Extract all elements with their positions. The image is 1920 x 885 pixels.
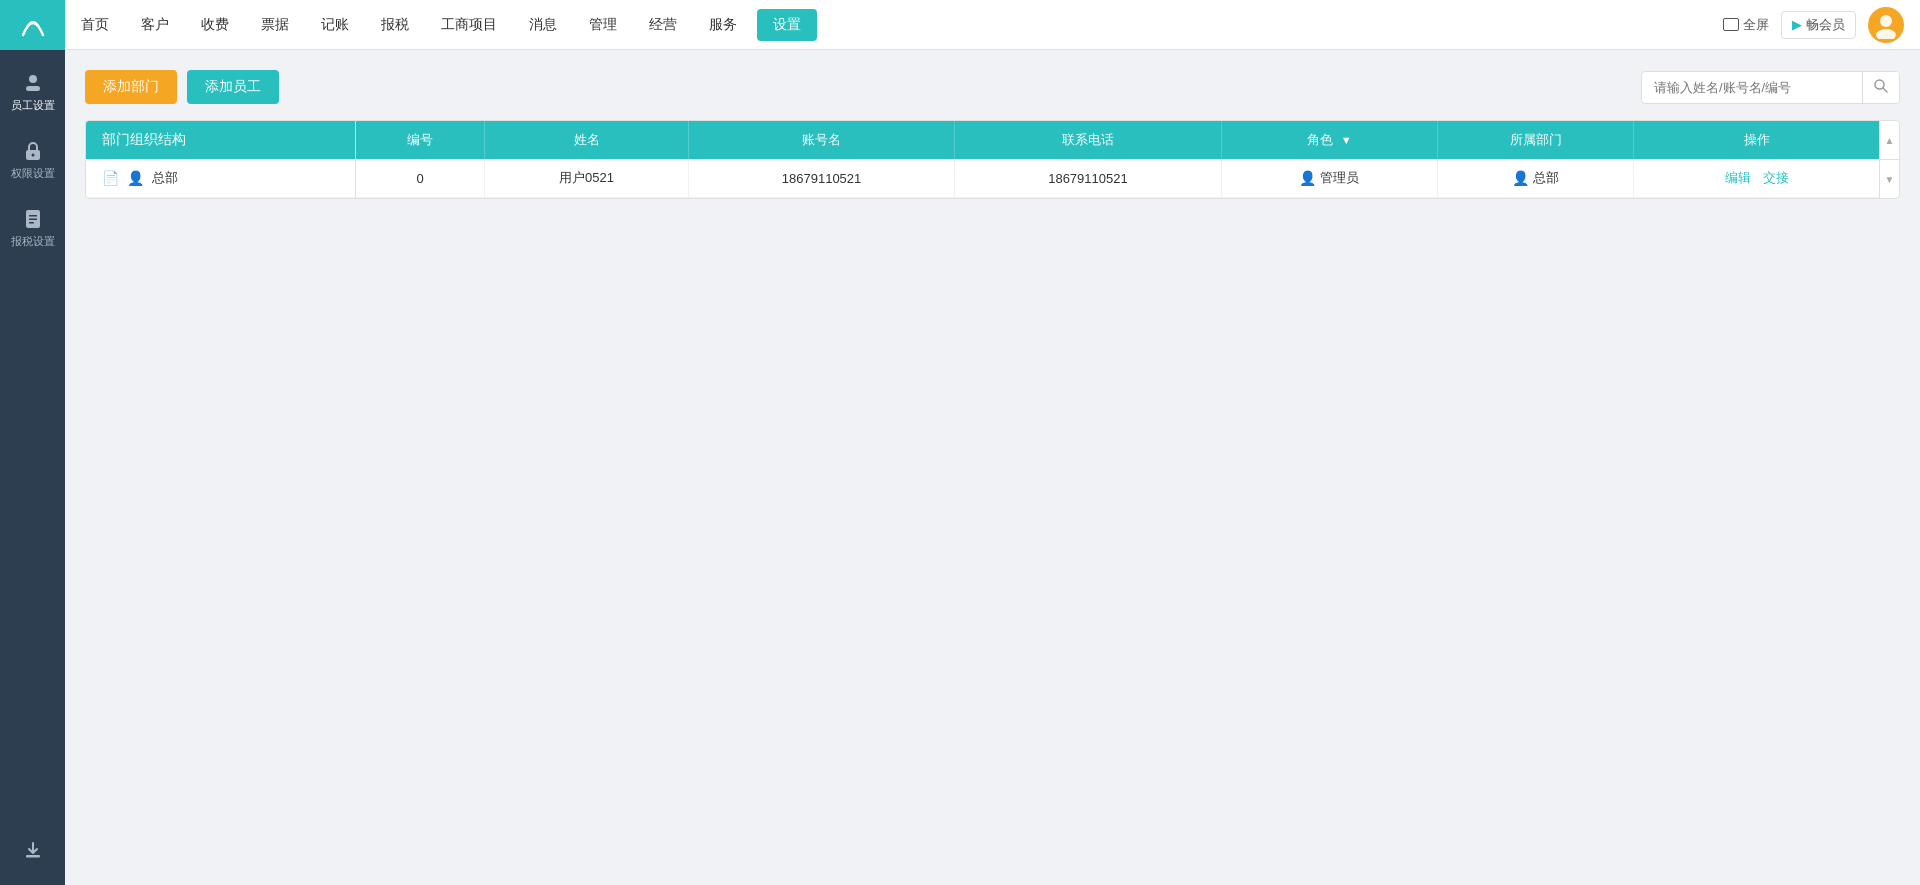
- main-content: 添加部门 添加员工 部门组织结构 📄 👤 总部: [65, 50, 1920, 885]
- report-icon: [22, 208, 44, 230]
- dept-tree-header: 部门组织结构: [86, 121, 355, 159]
- svg-point-2: [29, 75, 37, 83]
- file-icon: 📄: [102, 170, 119, 186]
- cell-role: 👤 管理员: [1221, 159, 1438, 198]
- cell-account: 18679110521: [688, 159, 954, 198]
- dept-tree: 部门组织结构 📄 👤 总部: [86, 121, 356, 198]
- col-header-phone: 联系电话: [955, 121, 1221, 159]
- col-header-role[interactable]: 角色 ▼: [1221, 121, 1438, 159]
- nav-item-settings[interactable]: 设置: [757, 9, 817, 41]
- nav-right: 全屏 ▶ 畅会员: [1723, 7, 1920, 43]
- svg-rect-3: [26, 86, 40, 91]
- fullscreen-button[interactable]: 全屏: [1723, 16, 1769, 34]
- col-header-actions: 操作: [1634, 121, 1879, 159]
- nav-item-client[interactable]: 客户: [125, 0, 185, 49]
- search-button[interactable]: [1862, 72, 1899, 103]
- employee-table: 编号 姓名 账号名 联系电话 角色 ▼ 所属部门 操作: [356, 121, 1879, 198]
- nav-item-fee[interactable]: 收费: [185, 0, 245, 49]
- cell-actions: 编辑 交接: [1634, 159, 1879, 198]
- svg-rect-10: [26, 855, 40, 858]
- scroll-up-arrow[interactable]: ▲: [1880, 121, 1899, 160]
- avatar[interactable]: [1868, 7, 1904, 43]
- col-header-account: 账号名: [688, 121, 954, 159]
- transfer-link[interactable]: 交接: [1763, 170, 1789, 185]
- nav-item-message[interactable]: 消息: [513, 0, 573, 49]
- cell-dept: 👤 总部: [1438, 159, 1634, 198]
- nav-item-manage[interactable]: 管理: [573, 0, 633, 49]
- filter-icon: ▼: [1341, 134, 1352, 146]
- member-button[interactable]: ▶ 畅会员: [1781, 11, 1856, 39]
- sidebar: 员工设置 权限设置 报税设置: [0, 50, 65, 885]
- nav-item-invoice[interactable]: 票据: [245, 0, 305, 49]
- add-dept-button[interactable]: 添加部门: [85, 70, 177, 104]
- download-icon: [22, 839, 44, 861]
- sidebar-item-employee[interactable]: 员工设置: [0, 60, 65, 124]
- sidebar-item-permission[interactable]: 权限设置: [0, 128, 65, 192]
- nav-item-service[interactable]: 服务: [693, 0, 753, 49]
- fullscreen-icon: [1723, 18, 1739, 31]
- dept-user-icon: 👤: [127, 170, 144, 186]
- logo[interactable]: [0, 0, 65, 50]
- svg-point-5: [31, 154, 34, 157]
- content-panel: 部门组织结构 📄 👤 总部 编号 姓名 账号名 联系电话: [85, 120, 1900, 199]
- col-header-id: 编号: [356, 121, 485, 159]
- nav-item-business[interactable]: 工商项目: [425, 0, 513, 49]
- person-icon: [22, 72, 44, 94]
- scroll-arrows: ▲ ▼: [1879, 121, 1899, 198]
- role-user-icon: 👤: [1299, 170, 1316, 186]
- scroll-down-arrow[interactable]: ▼: [1880, 160, 1899, 198]
- nav-item-tax[interactable]: 报税: [365, 0, 425, 49]
- sidebar-item-taxsettings[interactable]: 报税设置: [0, 196, 65, 260]
- search-bar: [1641, 71, 1900, 104]
- play-icon: ▶: [1792, 17, 1802, 32]
- top-nav: 首页 客户 收费 票据 记账 报税 工商项目 消息 管理 经营 服务 设置 全屏…: [0, 0, 1920, 50]
- nav-item-home[interactable]: 首页: [65, 0, 125, 49]
- sidebar-item-download[interactable]: [0, 827, 65, 873]
- svg-rect-8: [29, 219, 37, 221]
- nav-item-accounting[interactable]: 记账: [305, 0, 365, 49]
- col-header-name: 姓名: [485, 121, 689, 159]
- search-icon: [1873, 78, 1889, 94]
- employee-table-wrap: 编号 姓名 账号名 联系电话 角色 ▼ 所属部门 操作: [356, 121, 1879, 198]
- svg-rect-9: [29, 222, 34, 224]
- search-input[interactable]: [1642, 74, 1862, 101]
- add-employee-button[interactable]: 添加员工: [187, 70, 279, 104]
- layout: 员工设置 权限设置 报税设置: [0, 50, 1920, 885]
- svg-rect-7: [29, 215, 37, 217]
- svg-point-0: [1880, 15, 1892, 27]
- lock-icon: [22, 140, 44, 162]
- dept-user-icon-cell: 👤: [1512, 170, 1529, 186]
- nav-items: 首页 客户 收费 票据 记账 报税 工商项目 消息 管理 经营 服务 设置: [65, 0, 1723, 49]
- dept-name: 总部: [152, 169, 178, 187]
- edit-link[interactable]: 编辑: [1725, 170, 1751, 185]
- svg-line-12: [1883, 88, 1887, 92]
- col-header-dept: 所属部门: [1438, 121, 1634, 159]
- cell-phone: 18679110521: [955, 159, 1221, 198]
- cell-id: 0: [356, 159, 485, 198]
- nav-item-operation[interactable]: 经营: [633, 0, 693, 49]
- table-row: 0 用户0521 18679110521 18679110521 👤 管理员: [356, 159, 1879, 198]
- cell-name: 用户0521: [485, 159, 689, 198]
- svg-point-1: [1876, 29, 1896, 39]
- toolbar: 添加部门 添加员工: [85, 70, 1900, 104]
- dept-tree-item-headquarter[interactable]: 📄 👤 总部: [86, 159, 355, 198]
